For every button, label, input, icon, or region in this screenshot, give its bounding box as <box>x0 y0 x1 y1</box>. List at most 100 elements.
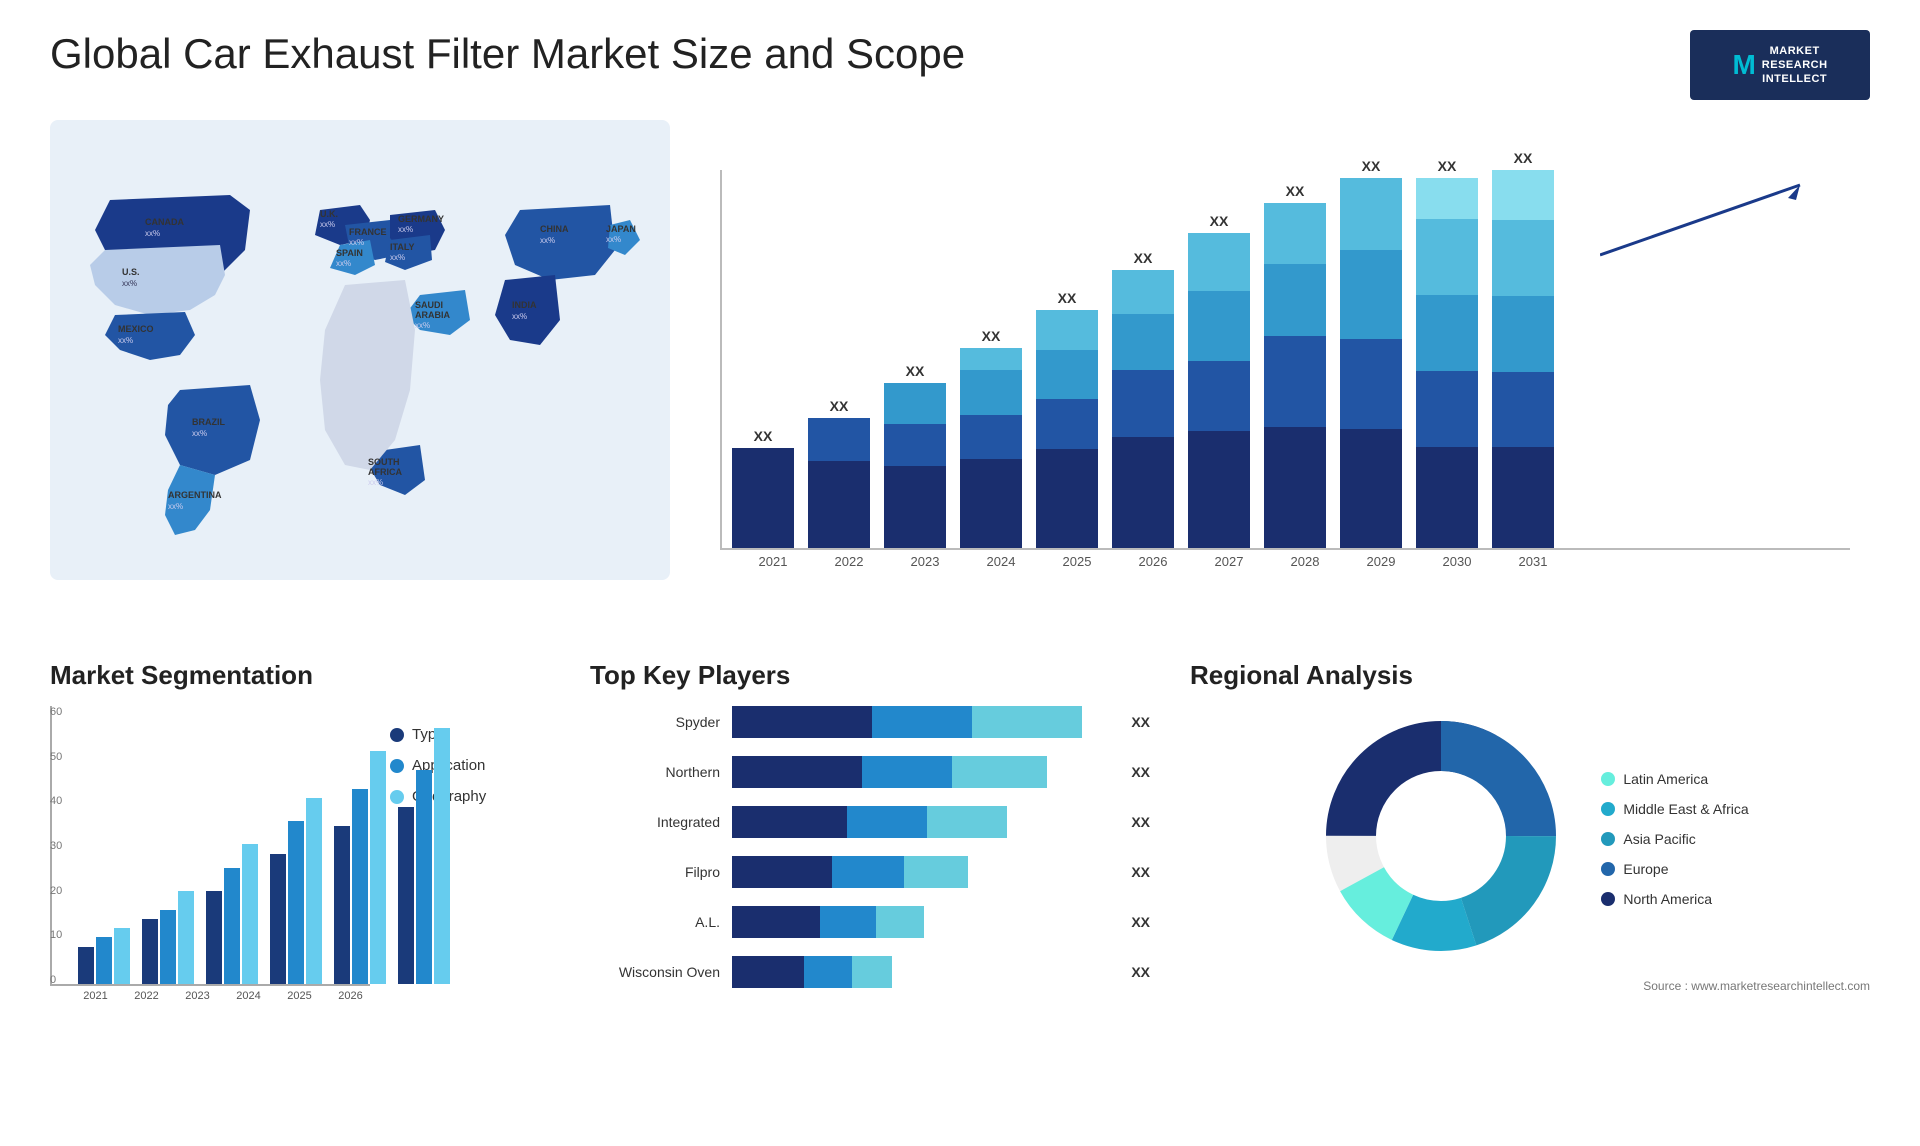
bar-group-2026: XX <box>1112 250 1174 548</box>
player-wisconsin: Wisconsin Oven XX <box>590 956 1150 988</box>
logo-box: M MARKETRESEARCHINTELLECT <box>1690 30 1870 100</box>
logo-m-icon: M <box>1732 49 1755 81</box>
player-northern-seg3 <box>952 756 1047 788</box>
regional-title: Regional Analysis <box>1190 660 1870 691</box>
player-al-name: A.L. <box>590 914 720 930</box>
player-wisconsin-bar <box>732 956 1113 988</box>
player-integrated-seg2 <box>847 806 927 838</box>
bar-2021 <box>732 448 794 548</box>
player-filpro-bar <box>732 856 1113 888</box>
bar-xx-2028: XX <box>1286 183 1305 199</box>
player-filpro: Filpro XX <box>590 856 1150 888</box>
regional-legend-apac-label: Asia Pacific <box>1623 831 1695 847</box>
bar-group-2030: XX <box>1416 158 1478 548</box>
regional-content: Latin America Middle East & Africa Asia … <box>1190 706 1870 971</box>
regional-legend-apac: Asia Pacific <box>1601 831 1748 847</box>
player-wisconsin-name: Wisconsin Oven <box>590 964 720 980</box>
player-integrated-xx: XX <box>1131 814 1150 830</box>
player-filpro-bar-container <box>732 856 1113 888</box>
bar-group-2031: XX <box>1492 150 1554 548</box>
player-filpro-name: Filpro <box>590 864 720 880</box>
logo-text: MARKETRESEARCHINTELLECT <box>1762 44 1828 87</box>
bar-2024 <box>960 348 1022 548</box>
donut-svg <box>1311 706 1571 966</box>
south-africa-value: xx% <box>368 478 383 487</box>
seg-group-2022 <box>142 891 194 984</box>
seg-bars-container <box>50 706 370 986</box>
bar-group-2028: XX <box>1264 183 1326 548</box>
bar-xx-2023: XX <box>906 363 925 379</box>
page-title: Global Car Exhaust Filter Market Size an… <box>50 30 965 78</box>
bar-group-2023: XX <box>884 363 946 548</box>
seg-group-2021 <box>78 928 130 984</box>
player-filpro-seg2 <box>832 856 904 888</box>
player-spyder-seg3 <box>972 706 1082 738</box>
player-integrated-seg1 <box>732 806 847 838</box>
segmentation-content: 0 10 20 30 40 50 60 <box>50 706 550 1002</box>
player-integrated-bar <box>732 806 1113 838</box>
year-2028: 2028 <box>1274 554 1336 569</box>
seg-bar-app-2026 <box>416 770 432 984</box>
y-axis-labels: 0 10 20 30 40 50 60 <box>50 706 72 986</box>
saudi-label: SAUDI <box>415 300 443 310</box>
bar-xx-2025: XX <box>1058 290 1077 306</box>
bar-2023 <box>884 383 946 548</box>
regional-legend-latin-label: Latin America <box>1623 771 1708 787</box>
seg-bar-app-2025 <box>352 789 368 984</box>
bar-xx-2024: XX <box>982 328 1001 344</box>
seg-bar-geo-2025 <box>370 751 386 984</box>
year-2024: 2024 <box>970 554 1032 569</box>
mexico-value: xx% <box>118 336 133 345</box>
donut-hole <box>1381 776 1501 896</box>
year-2022: 2022 <box>818 554 880 569</box>
regional-legend-mea: Middle East & Africa <box>1601 801 1748 817</box>
argentina-label: ARGENTINA <box>168 490 222 500</box>
player-al-seg3 <box>876 906 924 938</box>
page-container: Global Car Exhaust Filter Market Size an… <box>0 0 1920 1146</box>
year-labels: 2021 2022 2023 2024 2025 2026 2027 2028 … <box>732 550 1850 573</box>
germany-value: xx% <box>398 225 413 234</box>
year-2030: 2030 <box>1426 554 1488 569</box>
bar-group-2025: XX <box>1036 290 1098 548</box>
bar-xx-2030: XX <box>1438 158 1457 174</box>
brazil-shape <box>165 385 260 475</box>
japan-label: JAPAN <box>606 224 636 234</box>
regional-legend-europe-label: Europe <box>1623 861 1668 877</box>
seg-year-2023: 2023 <box>178 990 217 1002</box>
bar-xx-2022: XX <box>830 398 849 414</box>
player-wisconsin-seg1 <box>732 956 804 988</box>
logo-area: M MARKETRESEARCHINTELLECT <box>1690 30 1870 100</box>
player-wisconsin-seg2 <box>804 956 852 988</box>
player-northern: Northern XX <box>590 756 1150 788</box>
player-filpro-seg3 <box>904 856 968 888</box>
map-section: CANADA xx% U.S. xx% MEXICO xx% BRAZIL xx… <box>50 120 670 640</box>
growth-chart-container: XX XX XX <box>720 170 1850 630</box>
china-label: CHINA <box>540 224 569 234</box>
bar-2022 <box>808 418 870 548</box>
player-integrated-bar-container <box>732 806 1113 838</box>
segmentation-title: Market Segmentation <box>50 660 550 691</box>
regional-legend-apac-dot <box>1601 832 1615 846</box>
regional-section: Regional Analysis <box>1190 660 1870 1002</box>
seg-year-labels: 2021 2022 2023 2024 2025 2026 <box>50 986 370 1002</box>
spain-label: SPAIN <box>336 248 363 258</box>
seg-bar-type-2023 <box>206 891 222 984</box>
player-integrated: Integrated XX <box>590 806 1150 838</box>
regional-legend: Latin America Middle East & Africa Asia … <box>1601 771 1748 907</box>
header: Global Car Exhaust Filter Market Size an… <box>50 30 1870 100</box>
seg-bar-geo-2022 <box>178 891 194 984</box>
bar-2028 <box>1264 203 1326 548</box>
south-africa-label2: AFRICA <box>368 467 402 477</box>
player-northern-seg1 <box>732 756 862 788</box>
players-list: Spyder XX Northern <box>590 706 1150 988</box>
france-label: FRANCE <box>349 227 387 237</box>
seg-bar-geo-2023 <box>242 844 258 984</box>
player-wisconsin-bar-container <box>732 956 1113 988</box>
canada-value: xx% <box>145 229 160 238</box>
germany-label: GERMANY <box>398 214 444 224</box>
growth-chart-section: XX XX XX <box>700 120 1870 640</box>
seg-bar-app-2022 <box>160 910 176 984</box>
seg-group-2025 <box>334 751 386 984</box>
y-30: 30 <box>50 840 72 852</box>
seg-group-2026 <box>398 728 450 984</box>
